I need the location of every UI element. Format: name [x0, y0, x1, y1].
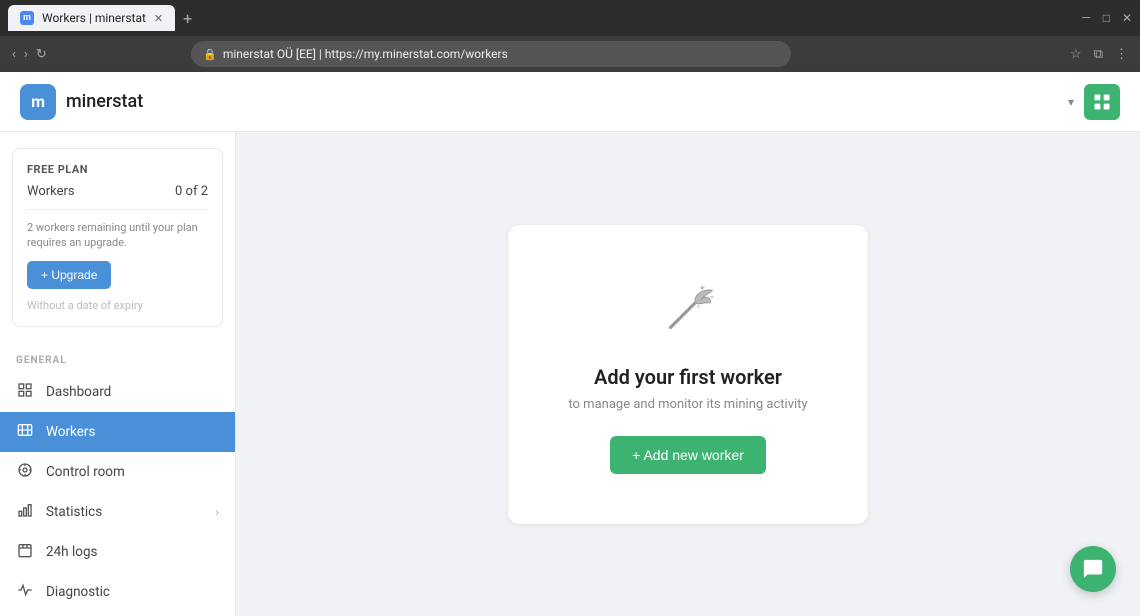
tab-title: Workers | minerstat	[42, 11, 146, 25]
sidebar-item-control-room[interactable]: Control room	[0, 452, 235, 492]
general-section-label: GENERAL	[0, 343, 235, 372]
lock-icon: 🔒	[203, 48, 217, 61]
tab-bar: m Workers | minerstat ✕ +	[8, 5, 200, 31]
plan-workers-label: Workers	[27, 184, 75, 199]
empty-state-subtitle: to manage and monitor its mining activit…	[568, 397, 807, 412]
empty-state-title: Add your first worker	[594, 365, 782, 389]
chat-icon	[1082, 558, 1104, 580]
new-tab-button[interactable]: +	[175, 9, 200, 28]
sidebar-item-dashboard[interactable]: Dashboard	[0, 372, 235, 412]
add-new-worker-button[interactable]: + Add new worker	[610, 436, 766, 474]
close-button[interactable]: ✕	[1122, 11, 1132, 25]
statistics-icon	[16, 502, 34, 522]
sidebar-item-workers[interactable]: Workers	[0, 412, 235, 452]
profile-button[interactable]	[1084, 84, 1120, 120]
grid-icon	[1092, 92, 1112, 112]
minimize-button[interactable]: —	[1081, 11, 1090, 25]
logs-icon	[16, 542, 34, 562]
reload-button[interactable]: ↻	[36, 47, 47, 62]
address-input-box[interactable]: 🔒 minerstat OÜ [EE] | https://my.minerst…	[191, 41, 791, 67]
plan-note: 2 workers remaining until your plan requ…	[27, 220, 208, 251]
mining-section-label: MINING	[0, 612, 235, 616]
plan-workers-row: Workers 0 of 2	[27, 184, 208, 199]
svg-text:·: ·	[704, 279, 705, 285]
plan-expiry: Without a date of expiry	[27, 299, 208, 312]
pickaxe-illustration: ✦ ✦ ·	[653, 275, 723, 345]
tab-favicon: m	[20, 11, 34, 25]
sidebar: FREE PLAN Workers 0 of 2 2 workers remai…	[0, 132, 236, 616]
sidebar-item-24h-logs-label: 24h logs	[46, 544, 98, 560]
sidebar-item-statistics-label: Statistics	[46, 504, 102, 520]
content-area: ✦ ✦ · Add your first worker to manage an…	[236, 132, 1140, 616]
top-nav: m minerstat ▾	[0, 72, 1140, 132]
extensions-icon[interactable]: ⧉	[1094, 47, 1103, 62]
nav-right: ▾	[1068, 84, 1120, 120]
main-area: FREE PLAN Workers 0 of 2 2 workers remai…	[0, 132, 1140, 616]
menu-icon[interactable]: ⋮	[1115, 47, 1128, 62]
plan-title: FREE PLAN	[27, 163, 208, 176]
upgrade-button[interactable]: + Upgrade	[27, 261, 111, 289]
maximize-button[interactable]: □	[1103, 11, 1110, 25]
forward-button[interactable]: ›	[24, 47, 28, 62]
sidebar-item-workers-label: Workers	[46, 424, 95, 440]
chat-bubble-button[interactable]	[1070, 546, 1116, 592]
bookmark-icon[interactable]: ☆	[1070, 47, 1082, 62]
plan-workers-value: 0 of 2	[175, 184, 208, 199]
address-bar: ‹ › ↻ 🔒 minerstat OÜ [EE] | https://my.m…	[0, 36, 1140, 72]
plan-card: FREE PLAN Workers 0 of 2 2 workers remai…	[12, 148, 223, 327]
nav-buttons: ‹ › ↻	[12, 47, 47, 62]
sidebar-item-statistics[interactable]: Statistics ›	[0, 492, 235, 532]
address-text: minerstat OÜ [EE] | https://my.minerstat…	[223, 47, 508, 61]
app-container: m minerstat ▾ FREE PLAN Workers	[0, 72, 1140, 616]
back-button[interactable]: ‹	[12, 47, 16, 62]
active-tab[interactable]: m Workers | minerstat ✕	[8, 5, 175, 31]
sidebar-item-control-room-label: Control room	[46, 464, 125, 480]
tab-close-button[interactable]: ✕	[154, 12, 163, 25]
logo-icon: m	[20, 84, 56, 120]
sidebar-item-diagnostic-label: Diagnostic	[46, 584, 110, 600]
empty-state-card: ✦ ✦ · Add your first worker to manage an…	[508, 225, 867, 524]
logo-area: m minerstat	[20, 84, 143, 120]
window-controls: — □ ✕	[1081, 11, 1132, 25]
plan-divider	[27, 209, 208, 210]
diagnostic-icon	[16, 582, 34, 602]
nav-dropdown-icon[interactable]: ▾	[1068, 95, 1074, 109]
control-room-icon	[16, 462, 34, 482]
sidebar-item-dashboard-label: Dashboard	[46, 384, 111, 400]
browser-actions: ☆ ⧉ ⋮	[1070, 47, 1128, 62]
dashboard-icon	[16, 382, 34, 402]
sidebar-item-24h-logs[interactable]: 24h logs	[0, 532, 235, 572]
browser-chrome: m Workers | minerstat ✕ + — □ ✕	[0, 0, 1140, 36]
logo-text: minerstat	[66, 91, 143, 112]
sidebar-item-diagnostic[interactable]: Diagnostic	[0, 572, 235, 612]
workers-icon	[16, 422, 34, 442]
statistics-arrow-icon: ›	[215, 505, 219, 519]
